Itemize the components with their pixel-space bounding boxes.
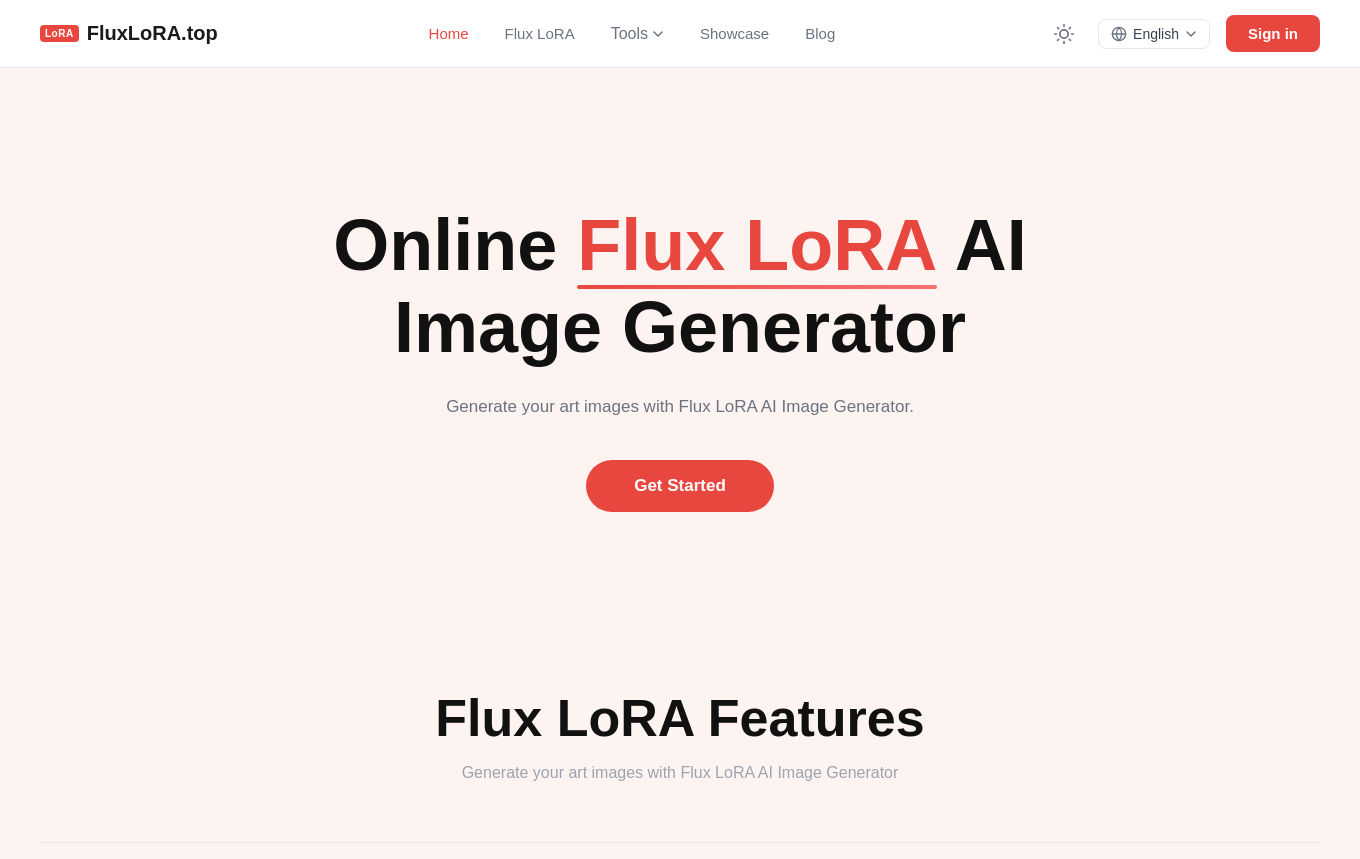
nav-item-tools[interactable]: Tools — [611, 25, 664, 43]
logo-badge: LoRA — [40, 25, 79, 42]
features-section: Flux LoRA Features Generate your art ima… — [0, 608, 1360, 822]
svg-line-3 — [1058, 27, 1059, 28]
features-subtitle: Generate your art images with Flux LoRA … — [380, 764, 980, 782]
nav-link-blog[interactable]: Blog — [805, 25, 835, 42]
theme-toggle-button[interactable] — [1046, 16, 1082, 52]
svg-line-7 — [1058, 39, 1059, 40]
nav-item-blog[interactable]: Blog — [805, 25, 835, 43]
nav-links: Home Flux LoRA Tools Showcase Blog — [429, 25, 836, 43]
hero-subtitle: Generate your art images with Flux LoRA … — [446, 393, 914, 420]
logo[interactable]: LoRA FluxLoRA.top — [40, 22, 218, 45]
language-label: English — [1133, 26, 1179, 42]
svg-line-8 — [1069, 27, 1070, 28]
nav-item-home[interactable]: Home — [429, 25, 469, 43]
svg-line-4 — [1069, 39, 1070, 40]
nav-link-tools[interactable]: Tools — [611, 25, 664, 43]
hero-title: Online Flux LoRA AIImage Generator — [333, 204, 1026, 370]
navbar-actions: English Sign in — [1046, 15, 1320, 52]
nav-link-flux-lora[interactable]: Flux LoRA — [505, 25, 575, 42]
hero-title-highlight: Flux LoRA — [577, 205, 937, 285]
logo-flux: FluxLoRA — [87, 22, 181, 44]
language-chevron-icon — [1185, 28, 1197, 40]
language-selector[interactable]: English — [1098, 19, 1210, 49]
section-divider — [40, 842, 1320, 843]
logo-dot-top: .top — [181, 22, 218, 44]
nav-item-flux-lora[interactable]: Flux LoRA — [505, 25, 575, 43]
features-title: Flux LoRA Features — [40, 688, 1320, 748]
hero-title-part1: Online — [333, 205, 577, 285]
globe-icon — [1111, 26, 1127, 42]
svg-point-0 — [1060, 29, 1068, 37]
navbar: LoRA FluxLoRA.top Home Flux LoRA Tools S… — [0, 0, 1360, 68]
sun-icon — [1054, 24, 1074, 44]
get-started-button[interactable]: Get Started — [586, 460, 774, 512]
nav-item-showcase[interactable]: Showcase — [700, 25, 769, 43]
logo-text: FluxLoRA.top — [87, 22, 218, 45]
hero-section: Online Flux LoRA AIImage Generator Gener… — [0, 68, 1360, 608]
nav-link-home[interactable]: Home — [429, 25, 469, 42]
chevron-down-icon — [652, 28, 664, 40]
sign-in-button[interactable]: Sign in — [1226, 15, 1320, 52]
nav-link-showcase[interactable]: Showcase — [700, 25, 769, 42]
